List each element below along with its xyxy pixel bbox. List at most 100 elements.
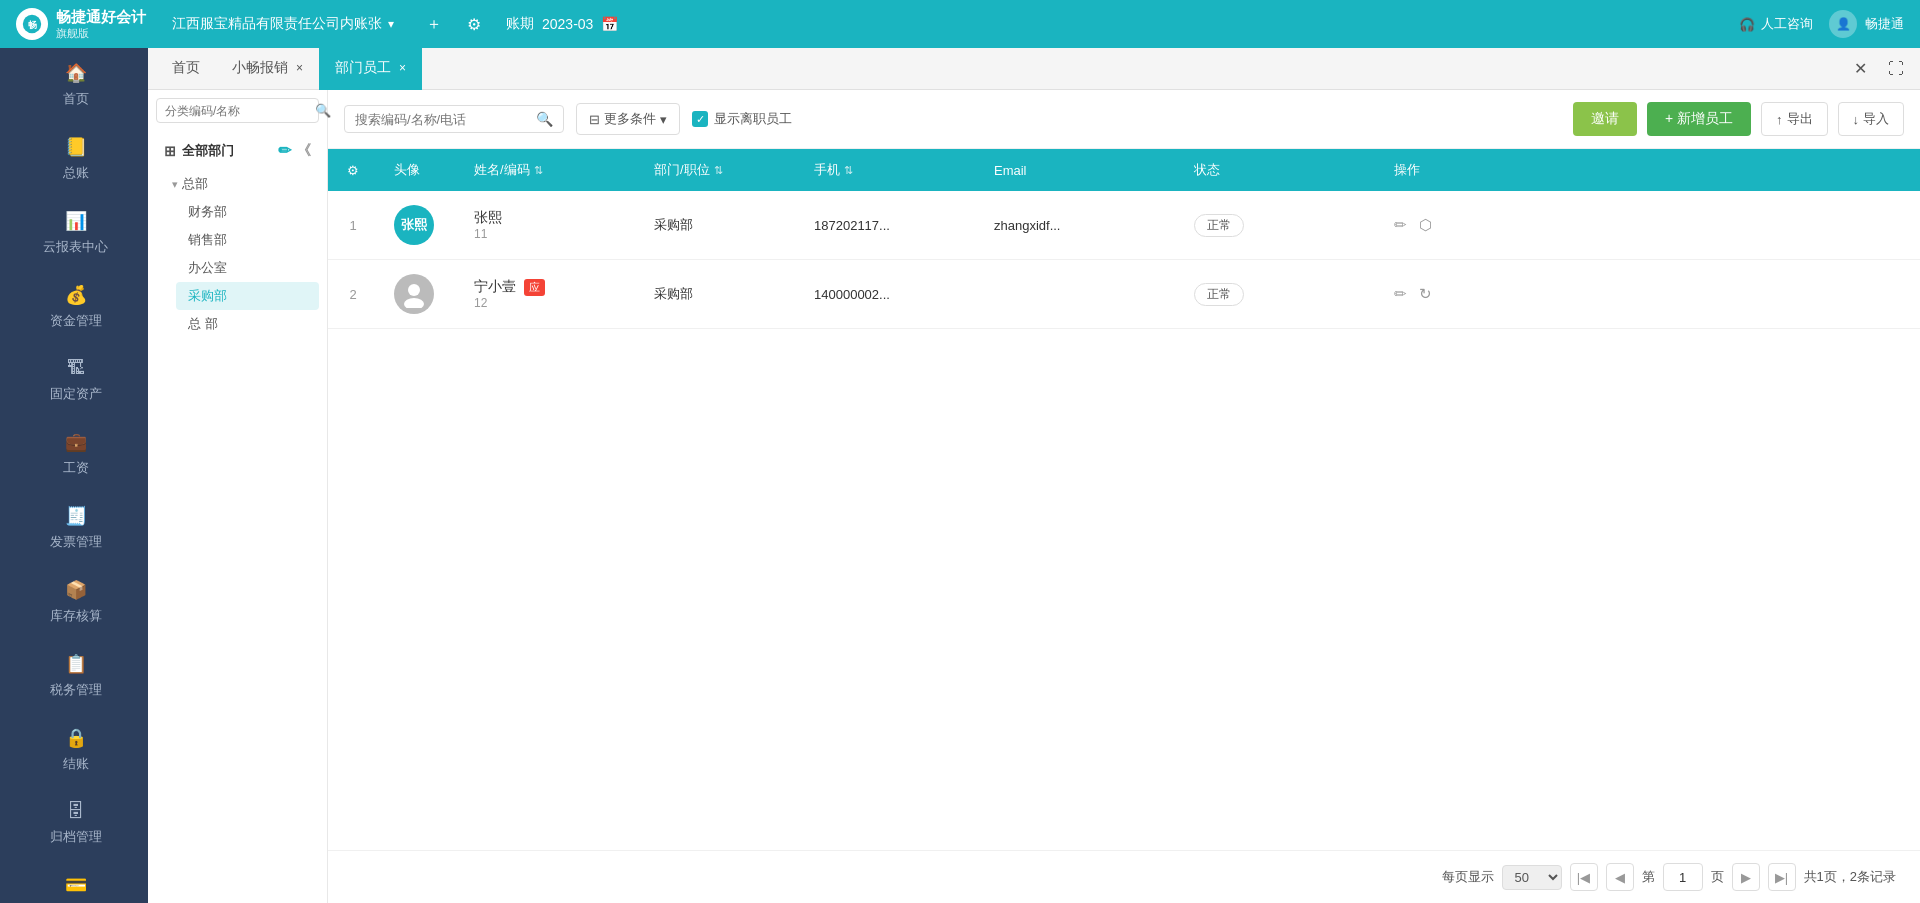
close-books-icon: 🔒	[65, 727, 87, 749]
employee-search-input[interactable]	[355, 112, 530, 127]
sidebar-label-invoice: 发票管理	[50, 533, 102, 551]
dept-office[interactable]: 办公室	[176, 254, 319, 282]
avatar-circle-2	[394, 274, 434, 314]
sidebar-item-home[interactable]: 🏠 首页	[0, 48, 148, 122]
dept-sort-icon[interactable]: ⇅	[714, 164, 723, 177]
col-avatar: 头像	[378, 149, 458, 191]
sidebar-item-general-ledger[interactable]: 📒 总账	[0, 122, 148, 196]
row-1-name: 张熙 11	[458, 191, 638, 260]
dept-sales[interactable]: 销售部	[176, 226, 319, 254]
grid-icon: ⊞	[164, 143, 176, 159]
sidebar-label-inventory: 库存核算	[50, 607, 102, 625]
show-resigned-checkbox[interactable]: ✓	[692, 111, 708, 127]
sidebar-label-ledger: 总账	[63, 164, 89, 182]
sidebar-item-close[interactable]: 🔒 结账	[0, 713, 148, 787]
filter-icon: ⊟	[589, 112, 600, 127]
search-icon[interactable]: 🔍	[536, 111, 553, 127]
show-resigned-toggle[interactable]: ✓ 显示离职员工	[692, 110, 792, 128]
tab-expense-close[interactable]: ×	[296, 61, 303, 75]
last-page-button[interactable]: ▶|	[1768, 863, 1796, 891]
per-page-select[interactable]: 50 10 20 100	[1502, 865, 1562, 890]
toolbar-right: 邀请 + 新增员工 ↑ 导出 ↓ 导入	[1573, 102, 1904, 136]
period-value[interactable]: 2023-03	[542, 16, 593, 32]
user-name: 畅捷通	[1865, 15, 1904, 33]
row-2-tag: 应	[524, 279, 545, 296]
col-phone[interactable]: 手机 ⇅	[798, 149, 978, 191]
sidebar-item-capital[interactable]: 💰 资金管理	[0, 270, 148, 344]
sidebar-item-inventory[interactable]: 📦 库存核算	[0, 565, 148, 639]
sidebar-item-reports[interactable]: 📊 云报表中心	[0, 196, 148, 270]
user-area[interactable]: 👤 畅捷通	[1829, 10, 1904, 38]
add-employee-button[interactable]: + 新增员工	[1647, 102, 1751, 136]
first-page-button[interactable]: |◀	[1570, 863, 1598, 891]
all-departments[interactable]: ⊞ 全部部门 ✏ 《	[156, 135, 319, 166]
dept-finance[interactable]: 财务部	[176, 198, 319, 226]
data-table: ⚙ 头像 姓名/编码 ⇅	[328, 149, 1920, 850]
phone-sort-icon[interactable]: ⇅	[844, 164, 853, 177]
calendar-icon[interactable]: 📅	[601, 16, 618, 32]
dept-group-header[interactable]: ▾ 总部	[164, 170, 319, 198]
table-row: 1 张熙 张熙 11 采购部	[328, 191, 1920, 260]
tab-department-close[interactable]: ×	[399, 61, 406, 75]
tab-department[interactable]: 部门员工 ×	[319, 48, 422, 90]
app-name: 畅捷通好会计	[56, 8, 146, 26]
add-button[interactable]: ＋	[418, 8, 450, 40]
tax-icon: 📋	[65, 653, 87, 675]
logout-icon-1[interactable]: ⬡	[1419, 216, 1432, 234]
settings-icon[interactable]: ⚙	[458, 8, 490, 40]
company-selector[interactable]: 江西服宝精品有限责任公司内账张 ▾	[164, 11, 402, 37]
employee-search-box: 🔍	[344, 105, 564, 133]
invite-button[interactable]: 邀请	[1573, 102, 1637, 136]
col-settings[interactable]: ⚙	[328, 149, 378, 191]
home-icon: 🏠	[65, 62, 87, 84]
dept-general[interactable]: 总 部	[176, 310, 319, 338]
tab-close-window-icon[interactable]: ✕	[1844, 53, 1876, 85]
dept-edit-icon[interactable]: ✏	[278, 141, 291, 160]
import-icon: ↓	[1853, 112, 1860, 127]
name-sort-icon[interactable]: ⇅	[534, 164, 543, 177]
expense-icon: 💳	[65, 874, 87, 896]
import-button[interactable]: ↓ 导入	[1838, 102, 1905, 136]
table-header-row: ⚙ 头像 姓名/编码 ⇅	[328, 149, 1920, 191]
row-1-status: 正常	[1178, 191, 1378, 260]
refresh-icon-2[interactable]: ↻	[1419, 285, 1432, 303]
tab-expand-icon[interactable]: ⛶	[1880, 53, 1912, 85]
tab-home[interactable]: 首页	[156, 48, 216, 90]
next-page-button[interactable]: ▶	[1732, 863, 1760, 891]
dept-collapse-icon[interactable]: 《	[297, 142, 311, 160]
row-1-name-text: 张熙	[474, 209, 622, 227]
tab-home-label: 首页	[172, 59, 200, 77]
service-button[interactable]: 🎧 人工咨询	[1739, 15, 1813, 33]
row-1-actions: ✏ ⬡	[1378, 191, 1920, 260]
row-2-name: 宁小壹 应 12	[458, 260, 638, 329]
dept-tree: 🔍 ⊞ 全部部门 ✏ 《 ▾ 总部 财务部 销售部 办公室	[148, 90, 328, 903]
prev-page-button[interactable]: ◀	[1606, 863, 1634, 891]
ledger-icon: 📒	[65, 136, 87, 158]
filter-button[interactable]: ⊟ 更多条件 ▾	[576, 103, 680, 135]
col-dept-pos[interactable]: 部门/职位 ⇅	[638, 149, 798, 191]
tab-expense[interactable]: 小畅报销 ×	[216, 48, 319, 90]
sidebar-label-capital: 资金管理	[50, 312, 102, 330]
sidebar-item-invoice[interactable]: 🧾 发票管理	[0, 491, 148, 565]
period-area: 账期 2023-03 📅	[506, 15, 618, 33]
tab-expense-label: 小畅报销	[232, 59, 288, 77]
company-dropdown-icon[interactable]: ▾	[388, 17, 394, 31]
sidebar-item-salary[interactable]: 💼 工资	[0, 417, 148, 491]
sidebar-item-tax[interactable]: 📋 税务管理	[0, 639, 148, 713]
row-2-email	[978, 260, 1178, 329]
action-icons-1: ✏ ⬡	[1394, 216, 1904, 234]
gear-icon[interactable]: ⚙	[347, 163, 359, 178]
main-layout: 🏠 首页 📒 总账 📊 云报表中心 💰 资金管理 🏗 固定资产 💼 工资 🧾 发…	[0, 48, 1920, 903]
export-button[interactable]: ↑ 导出	[1761, 102, 1828, 136]
edit-icon-2[interactable]: ✏	[1394, 285, 1407, 303]
dept-purchase[interactable]: 采购部	[176, 282, 319, 310]
service-label: 人工咨询	[1761, 15, 1813, 33]
sidebar-item-fixed-assets[interactable]: 🏗 固定资产	[0, 344, 148, 417]
sidebar-item-archive[interactable]: 🗄 归档管理	[0, 787, 148, 860]
page-input[interactable]	[1663, 863, 1703, 891]
sidebar-label-archive: 归档管理	[50, 828, 102, 846]
edit-icon-1[interactable]: ✏	[1394, 216, 1407, 234]
col-name-code[interactable]: 姓名/编码 ⇅	[458, 149, 638, 191]
dept-search-input[interactable]	[165, 104, 315, 118]
sidebar-item-expense[interactable]: 💳 小畅报销	[0, 860, 148, 903]
